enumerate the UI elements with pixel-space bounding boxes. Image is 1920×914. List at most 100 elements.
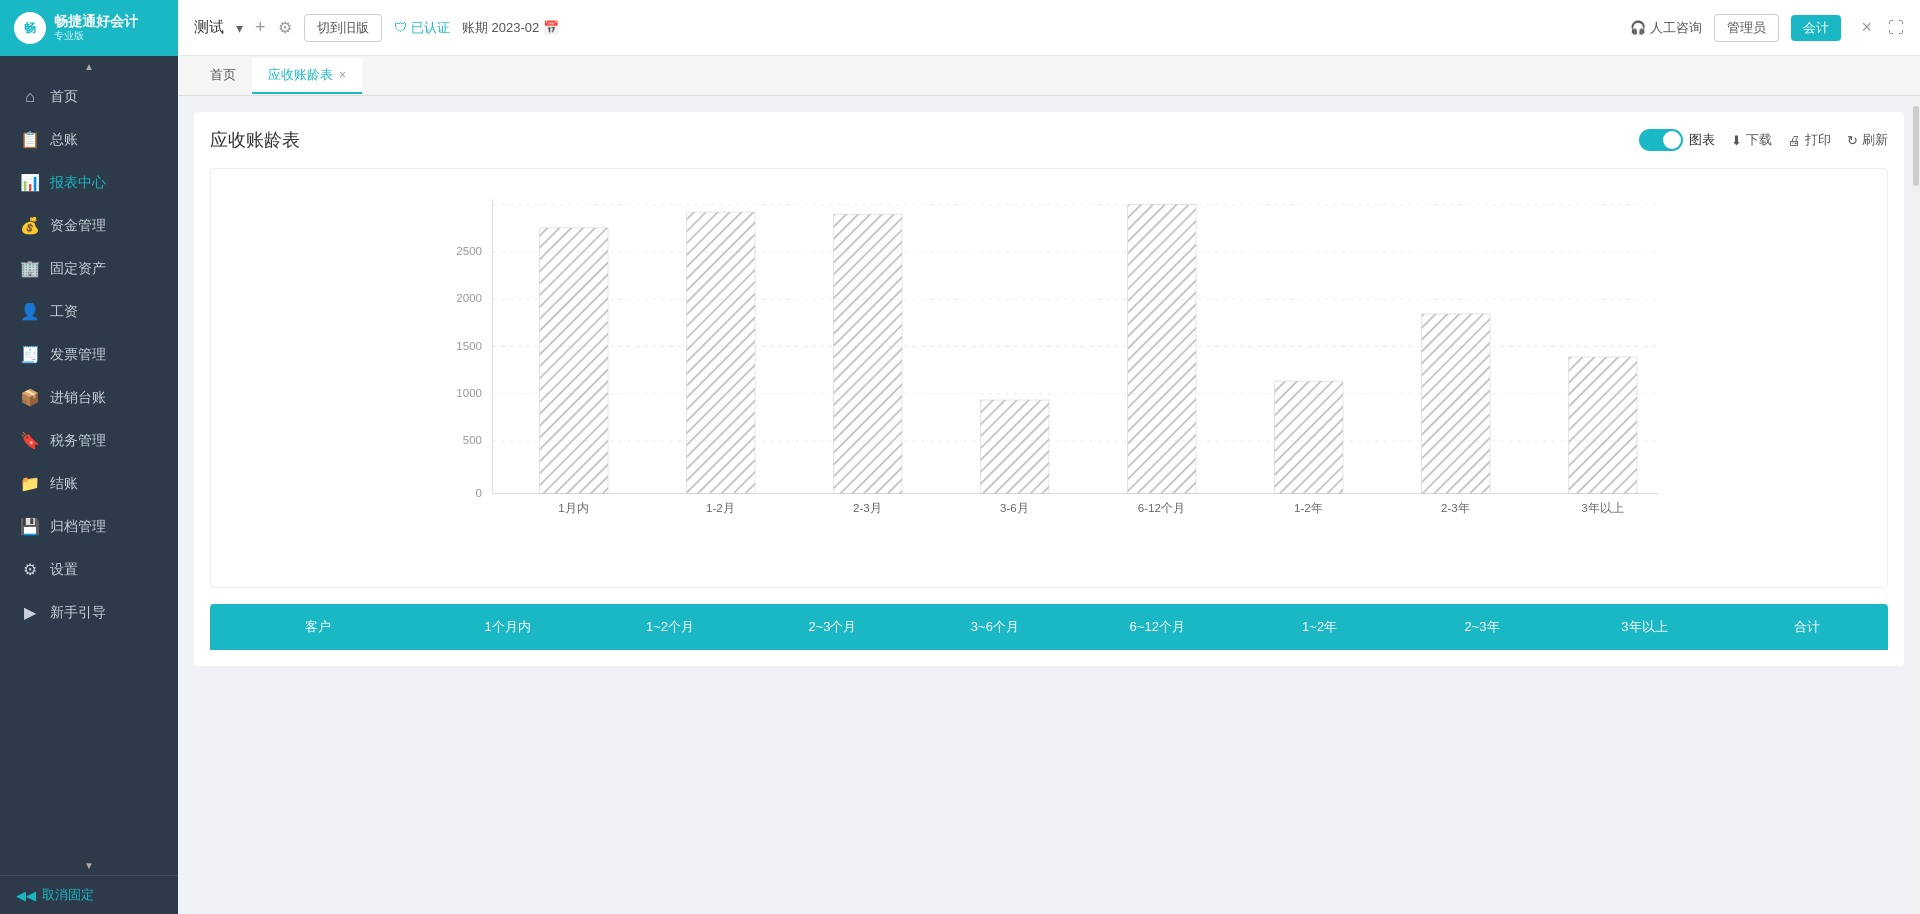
sidebar-icon-salary: 👤 [20,302,40,321]
sidebar-icon-capital: 💰 [20,216,40,235]
svg-text:2-3月: 2-3月 [853,502,882,514]
expand-icon[interactable]: ⛶ [1888,19,1904,37]
certified-icon: 🛡 [394,20,407,35]
print-button[interactable]: 🖨 打印 [1788,131,1831,149]
period-display: 账期 2023-02 📅 [462,19,560,37]
close-icon[interactable]: × [1861,17,1872,38]
sidebar-scroll-down[interactable]: ▼ [0,855,178,875]
svg-text:2500: 2500 [456,245,482,257]
sidebar-label-settings: 设置 [50,561,78,579]
settings-icon[interactable]: ⚙ [278,18,292,37]
certified-badge: 🛡 已认证 [394,19,450,37]
add-company-button[interactable]: + [255,17,266,38]
sidebar-item-assets[interactable]: 🏢 固定资产 [0,247,178,290]
svg-rect-29 [1569,357,1637,494]
svg-text:1月内: 1月内 [558,502,588,514]
sidebar-item-reports[interactable]: 📊 报表中心 [0,161,178,204]
service-label: 人工咨询 [1650,19,1702,37]
sidebar-icon-closing: 📁 [20,474,40,493]
sidebar-icon-assets: 🏢 [20,259,40,278]
sidebar-item-capital[interactable]: 💰 资金管理 [0,204,178,247]
admin-button[interactable]: 管理员 [1714,14,1779,42]
table-header-cell: 客户 [210,604,427,650]
table-header-cell: 3~6个月 [914,604,1076,650]
sidebar-label-capital: 资金管理 [50,217,106,235]
svg-rect-15 [540,228,608,494]
svg-text:2-3年: 2-3年 [1441,502,1470,514]
sidebar-label-reports: 报表中心 [50,174,106,192]
sidebar-icon-reports: 📊 [20,173,40,192]
company-name: 测试 [194,18,224,37]
sidebar-label-guide: 新手引导 [50,604,106,622]
page-container: 应收账龄表 图表 ⬇ 下载 🖨 打印 [194,112,1904,666]
tab-label: 首页 [210,66,236,84]
service-button[interactable]: 🎧 人工咨询 [1630,19,1702,37]
bar-chart: 0 500 1000 1500 2000 2500 1月内 [231,189,1867,567]
scrollbar-thumb [1913,106,1919,186]
sidebar-item-home[interactable]: ⌂ 首页 [0,76,178,118]
calendar-icon[interactable]: 📅 [543,20,559,35]
sidebar-scroll-up[interactable]: ▲ [0,56,178,76]
sidebar-item-tax[interactable]: 🔖 税务管理 [0,419,178,462]
svg-rect-19 [834,214,902,493]
content-scrollbar[interactable] [1912,96,1920,914]
sidebar: 畅 畅捷通好会计 专业版 ▲ ⌂ 首页 📋 总账 📊 报表中心 💰 资金管理 🏢… [0,0,178,914]
company-dropdown[interactable]: ▾ [236,20,243,36]
sidebar-label-invoice: 发票管理 [50,346,106,364]
role-button[interactable]: 会计 [1791,15,1841,41]
refresh-icon: ↻ [1847,133,1858,148]
table-header-cell: 合计 [1726,604,1888,650]
page-title: 应收账龄表 [210,128,300,152]
sidebar-pin-label: 取消固定 [42,886,94,904]
svg-text:1-2年: 1-2年 [1294,502,1323,514]
table-header: 客户1个月内1~2个月2~3个月3~6个月6~12个月1~2年2~3年3年以上合… [210,604,1888,650]
sidebar-item-settings[interactable]: ⚙ 设置 [0,548,178,591]
tab-应收账龄表[interactable]: 应收账龄表 × [252,58,362,94]
sidebar-pin-toggle[interactable]: ◀◀ 取消固定 [0,875,178,914]
toggle-switch[interactable] [1639,129,1683,151]
svg-text:0: 0 [476,487,482,499]
table-header-cell: 1~2年 [1238,604,1400,650]
svg-text:1500: 1500 [456,340,482,352]
sidebar-item-ledger[interactable]: 📋 总账 [0,118,178,161]
app-logo-icon: 畅 [14,12,46,44]
sidebar-item-closing[interactable]: 📁 结账 [0,462,178,505]
sidebar-item-guide[interactable]: ▶ 新手引导 [0,591,178,634]
sidebar-label-home: 首页 [50,88,78,106]
svg-rect-25 [1275,381,1343,493]
svg-text:500: 500 [463,434,482,446]
switch-version-button[interactable]: 切到旧版 [304,14,382,42]
sidebar-icon-settings: ⚙ [20,560,40,579]
print-label: 打印 [1805,131,1831,149]
sidebar-item-salary[interactable]: 👤 工资 [0,290,178,333]
download-label: 下载 [1746,131,1772,149]
sidebar-item-archive[interactable]: 💾 归档管理 [0,505,178,548]
download-button[interactable]: ⬇ 下载 [1731,131,1772,149]
table-header-cell: 1~2个月 [589,604,751,650]
sidebar-item-purchase[interactable]: 📦 进销台账 [0,376,178,419]
chart-area: 0 500 1000 1500 2000 2500 1月内 [210,168,1888,588]
sidebar-icon-purchase: 📦 [20,388,40,407]
chart-toggle[interactable]: 图表 [1639,129,1715,151]
sidebar-label-archive: 归档管理 [50,518,106,536]
table-header-cell: 2~3个月 [751,604,913,650]
svg-text:1-2月: 1-2月 [706,502,735,514]
sidebar-icon-archive: 💾 [20,517,40,536]
tab-首页[interactable]: 首页 [194,58,252,94]
main-area: 测试 ▾ + ⚙ 切到旧版 🛡 已认证 账期 2023-02 📅 🎧 人工咨询 … [178,0,1920,914]
sidebar-label-assets: 固定资产 [50,260,106,278]
content-area: 应收账龄表 图表 ⬇ 下载 🖨 打印 [178,96,1920,914]
sidebar-label-tax: 税务管理 [50,432,106,450]
sidebar-item-invoice[interactable]: 🧾 发票管理 [0,333,178,376]
page-header: 应收账龄表 图表 ⬇ 下载 🖨 打印 [210,128,1888,152]
refresh-label: 刷新 [1862,131,1888,149]
refresh-button[interactable]: ↻ 刷新 [1847,131,1888,149]
tab-label: 应收账龄表 [268,66,333,84]
certified-label: 已认证 [411,19,450,37]
tab-close-icon[interactable]: × [339,68,346,82]
download-icon: ⬇ [1731,133,1742,148]
table-header-cell: 3年以上 [1563,604,1725,650]
svg-text:2000: 2000 [456,292,482,304]
print-icon: 🖨 [1788,133,1801,148]
svg-rect-23 [1128,205,1196,494]
